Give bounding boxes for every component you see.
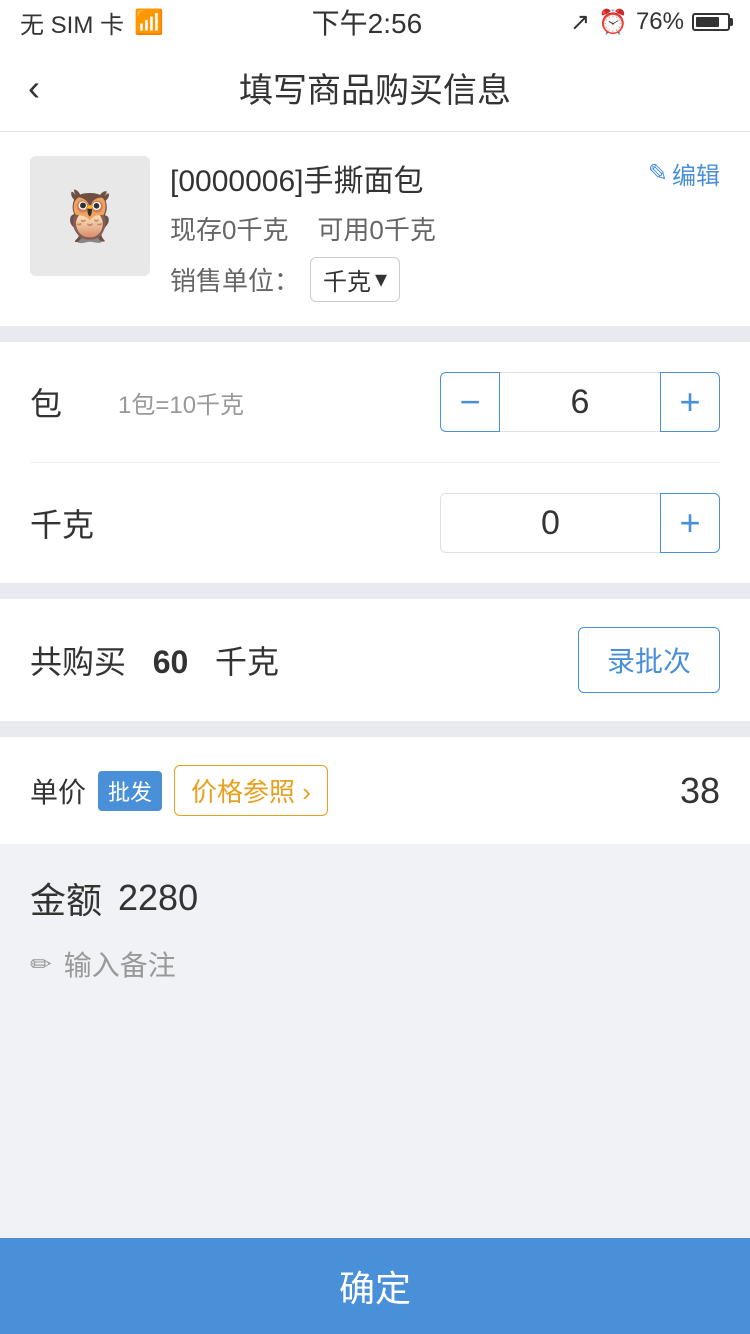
- amount-row: 金额 2280: [30, 872, 720, 924]
- status-right: ↗ ⏰ 76%: [570, 8, 730, 37]
- back-button[interactable]: ‹: [28, 67, 40, 109]
- price-section: 单价 批发 价格参照 › 38: [0, 737, 750, 844]
- bao-row: 包 1包=10千克 − +: [30, 342, 720, 463]
- price-badge: 批发: [98, 771, 162, 811]
- product-info: [0000006]手撕面包 ✎ 编辑 现存0千克 可用0千克 销售单位： 千克 …: [170, 156, 720, 302]
- bao-minus-button[interactable]: −: [440, 372, 500, 432]
- product-card: 🦉 [0000006]手撕面包 ✎ 编辑 现存0千克 可用0千克 销售单位： 千…: [0, 132, 750, 326]
- kg-plus-button[interactable]: +: [660, 493, 720, 553]
- edit-label: 编辑: [672, 156, 720, 191]
- kg-controls: +: [440, 493, 720, 553]
- status-left: 无 SIM 卡 📶: [20, 5, 164, 40]
- price-label: 单价: [30, 771, 86, 811]
- main-filler: [0, 1004, 750, 1238]
- product-name: [0000006]手撕面包: [170, 156, 423, 200]
- product-stock: 现存0千克 可用0千克: [170, 210, 720, 247]
- alarm-icon: ⏰: [598, 8, 628, 37]
- summary-text: 共购买 60 千克: [30, 637, 279, 683]
- summary-unit: 千克: [215, 644, 279, 680]
- edit-button[interactable]: ✎ 编辑: [648, 156, 720, 191]
- status-bar: 无 SIM 卡 📶 下午2:56 ↗ ⏰ 76%: [0, 0, 750, 44]
- location-icon: ↗: [570, 8, 590, 37]
- amount-label: 金额: [30, 872, 102, 924]
- bao-hint: 1包=10千克: [118, 385, 244, 420]
- pencil-icon: ✏: [30, 949, 52, 980]
- nav-bar: ‹ 填写商品购买信息: [0, 44, 750, 132]
- stock-text: 现存0千克: [170, 215, 288, 245]
- section-divider-2: [0, 583, 750, 599]
- bao-controls: − +: [440, 372, 720, 432]
- section-divider-1: [0, 326, 750, 342]
- kg-label: 千克: [30, 500, 110, 546]
- note-placeholder: 输入备注: [64, 944, 176, 984]
- summary-section: 共购买 60 千克 录批次: [0, 599, 750, 721]
- price-value: 38: [680, 770, 720, 812]
- edit-icon: ✎: [648, 159, 668, 188]
- battery-icon: [692, 13, 730, 31]
- amount-section: 金额 2280 ✏ 输入备注: [0, 844, 750, 1004]
- bao-plus-button[interactable]: +: [660, 372, 720, 432]
- carrier-text: 无 SIM 卡: [20, 5, 124, 40]
- product-image: 🦉: [30, 156, 150, 276]
- wifi-icon: 📶: [134, 8, 164, 37]
- unit-select[interactable]: 千克 ▾: [310, 257, 400, 302]
- batch-button[interactable]: 录批次: [578, 627, 720, 693]
- price-ref-button[interactable]: 价格参照 ›: [174, 765, 328, 816]
- status-time: 下午2:56: [312, 2, 423, 42]
- product-owl-icon: 🦉: [59, 187, 121, 246]
- section-divider-3: [0, 721, 750, 737]
- page-title: 填写商品购买信息: [239, 63, 511, 112]
- bao-label: 包: [30, 379, 110, 425]
- battery-percent: 76%: [636, 8, 684, 36]
- quantity-section: 包 1包=10千克 − + 千克 +: [0, 342, 750, 583]
- product-unit-row: 销售单位： 千克 ▾: [170, 257, 720, 302]
- summary-amount: 60: [153, 644, 189, 680]
- confirm-button[interactable]: 确定: [0, 1238, 750, 1334]
- chevron-down-icon: ▾: [375, 265, 387, 294]
- bao-input[interactable]: [500, 372, 660, 432]
- amount-value: 2280: [118, 877, 198, 919]
- kg-input[interactable]: [440, 493, 660, 553]
- note-row[interactable]: ✏ 输入备注: [30, 944, 720, 984]
- kg-row: 千克 +: [30, 463, 720, 583]
- unit-label: 销售单位：: [170, 261, 300, 298]
- summary-prefix: 共购买: [30, 644, 126, 680]
- available-text: 可用0千克: [317, 215, 435, 245]
